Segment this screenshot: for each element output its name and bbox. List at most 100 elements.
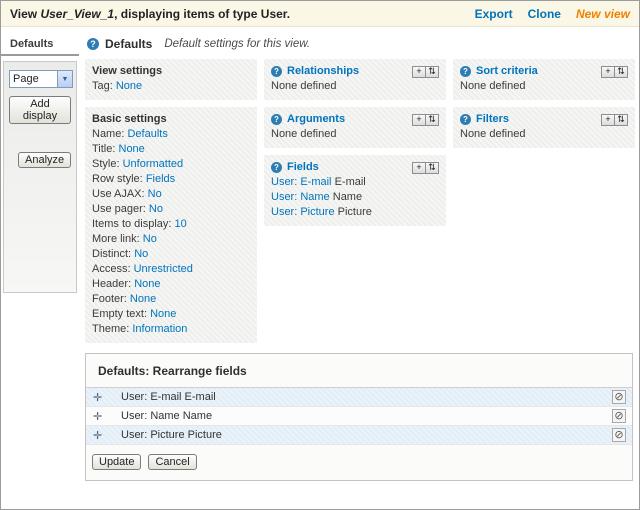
rearrange-row[interactable]: ✛ User: Name Name ⊘ <box>86 407 632 426</box>
basic-settings-bucket: Basic settings Name: Defaults Title: Non… <box>85 107 257 343</box>
field-item: User: E-mail E-mail <box>271 175 439 190</box>
setting-value-link[interactable]: Defaults <box>127 128 167 140</box>
field-link[interactable]: User: Name <box>271 191 330 203</box>
setting-label: Use pager: <box>92 203 146 215</box>
help-icon[interactable]: ? <box>271 162 282 173</box>
filters-title-link[interactable]: Filters <box>476 112 509 127</box>
add-argument-button[interactable]: + <box>412 113 426 126</box>
clone-link[interactable]: Clone <box>528 7 561 21</box>
arguments-bucket: ? Arguments + ⇅ None defined <box>264 107 446 148</box>
remove-field-icon[interactable]: ⊘ <box>612 428 626 442</box>
basic-settings-title: Basic settings <box>92 113 167 125</box>
display-type-select-value: Page <box>13 73 39 85</box>
setting-label: Distinct: <box>92 248 132 260</box>
field-item: User: Picture Picture <box>271 205 439 220</box>
remove-field-icon[interactable]: ⊘ <box>612 409 626 423</box>
help-icon[interactable]: ? <box>460 66 471 77</box>
setting-value-link[interactable]: None <box>130 293 156 305</box>
new-view-link[interactable]: New view <box>576 7 630 21</box>
drag-handle-icon[interactable]: ✛ <box>93 391 107 404</box>
setting-label: Header: <box>92 278 132 290</box>
arguments-title-link[interactable]: Arguments <box>287 112 345 127</box>
view-title-suffix: , displaying items of type User. <box>114 6 291 21</box>
column-basic: View settings Tag: None Basic settings N… <box>85 59 257 343</box>
field-link[interactable]: User: Picture <box>271 206 335 218</box>
setting-row: Use pager: No <box>92 202 250 217</box>
add-filter-button[interactable]: + <box>601 113 615 126</box>
setting-value-link[interactable]: None <box>116 80 142 92</box>
empty-text: None defined <box>460 128 526 140</box>
relationships-title-link[interactable]: Relationships <box>287 64 359 79</box>
setting-value-link[interactable]: None <box>134 278 160 290</box>
setting-value-link[interactable]: No <box>149 203 163 215</box>
view-title: View User_View_1, displaying items of ty… <box>10 7 475 21</box>
setting-value-link[interactable]: Unformatted <box>123 158 184 170</box>
setting-row: Style: Unformatted <box>92 157 250 172</box>
drag-handle-icon[interactable]: ✛ <box>93 429 107 442</box>
rearrange-actions: Update Cancel <box>86 445 632 480</box>
help-icon[interactable]: ? <box>271 66 282 77</box>
setting-row: More link: No <box>92 232 250 247</box>
remove-field-icon[interactable]: ⊘ <box>612 390 626 404</box>
setting-label: Use AJAX: <box>92 188 145 200</box>
add-relationship-button[interactable]: + <box>412 65 426 78</box>
help-icon[interactable]: ? <box>87 38 99 50</box>
field-label-suffix: Name <box>329 191 363 203</box>
content-area: Defaults Page ▼ Add display Analyze ? De… <box>1 27 639 481</box>
display-heading: ? Defaults Default settings for this vie… <box>85 33 635 53</box>
filters-bucket: ? Filters + ⇅ None defined <box>453 107 635 148</box>
help-icon[interactable]: ? <box>460 114 471 125</box>
setting-value-link[interactable]: No <box>148 188 162 200</box>
rearrange-row[interactable]: ✛ User: Picture Picture ⊘ <box>86 426 632 445</box>
field-label-suffix: E-mail <box>331 176 366 188</box>
arguments-header: ? Arguments + ⇅ <box>271 112 439 127</box>
setting-value-link[interactable]: 10 <box>175 218 187 230</box>
view-header-bar: View User_View_1, displaying items of ty… <box>1 1 639 27</box>
rearrange-fields-button[interactable]: ⇅ <box>425 161 439 174</box>
rearrange-sorts-button[interactable]: ⇅ <box>614 65 628 78</box>
setting-value-link[interactable]: No <box>143 233 157 245</box>
column-middle: ? Relationships + ⇅ None defined ? Argum… <box>264 59 446 226</box>
sort-criteria-header: ? Sort criteria + ⇅ <box>460 64 628 79</box>
help-icon[interactable]: ? <box>271 114 282 125</box>
display-heading-description: Default settings for this view. <box>164 38 311 50</box>
rearrange-arguments-button[interactable]: ⇅ <box>425 113 439 126</box>
export-link[interactable]: Export <box>475 7 513 21</box>
tab-defaults[interactable]: Defaults <box>1 33 79 56</box>
setting-label: Access: <box>92 263 131 275</box>
setting-row: Header: None <box>92 277 250 292</box>
display-heading-title: Defaults <box>105 37 153 51</box>
update-button[interactable]: Update <box>92 454 142 470</box>
sort-criteria-title-link[interactable]: Sort criteria <box>476 64 538 79</box>
rearrange-row[interactable]: ✛ User: E-mail E-mail ⊘ <box>86 388 632 407</box>
drag-handle-icon[interactable]: ✛ <box>93 410 107 423</box>
setting-value-link[interactable]: Unrestricted <box>134 263 193 275</box>
setting-row: Tag: None <box>92 79 250 94</box>
views-admin-page: View User_View_1, displaying items of ty… <box>0 0 640 510</box>
cancel-button[interactable]: Cancel <box>148 454 197 470</box>
setting-value-link[interactable]: No <box>134 248 148 260</box>
setting-value-link[interactable]: None <box>150 308 176 320</box>
analyze-button[interactable]: Analyze <box>18 152 72 168</box>
setting-label: More link: <box>92 233 140 245</box>
add-sort-button[interactable]: + <box>601 65 615 78</box>
setting-row: Theme: Information <box>92 322 250 337</box>
field-link[interactable]: User: E-mail <box>271 176 332 188</box>
setting-value-link[interactable]: None <box>119 143 145 155</box>
setting-row: Use AJAX: No <box>92 187 250 202</box>
setting-label: Row style: <box>92 173 143 185</box>
relationships-header: ? Relationships + ⇅ <box>271 64 439 79</box>
setting-row: Footer: None <box>92 292 250 307</box>
rearrange-filters-button[interactable]: ⇅ <box>614 113 628 126</box>
display-type-select[interactable]: Page ▼ <box>9 70 73 88</box>
setting-value-link[interactable]: Fields <box>146 173 175 185</box>
empty-text: None defined <box>271 128 337 140</box>
header-links: Export Clone New view <box>475 7 630 21</box>
rearrange-relationships-button[interactable]: ⇅ <box>425 65 439 78</box>
sidebar-controls: Page ▼ Add display Analyze <box>3 61 77 293</box>
add-display-button[interactable]: Add display <box>9 96 71 124</box>
view-name: User_View_1 <box>40 6 115 21</box>
add-field-button[interactable]: + <box>412 161 426 174</box>
fields-title-link[interactable]: Fields <box>287 160 319 175</box>
setting-value-link[interactable]: Information <box>132 323 187 335</box>
